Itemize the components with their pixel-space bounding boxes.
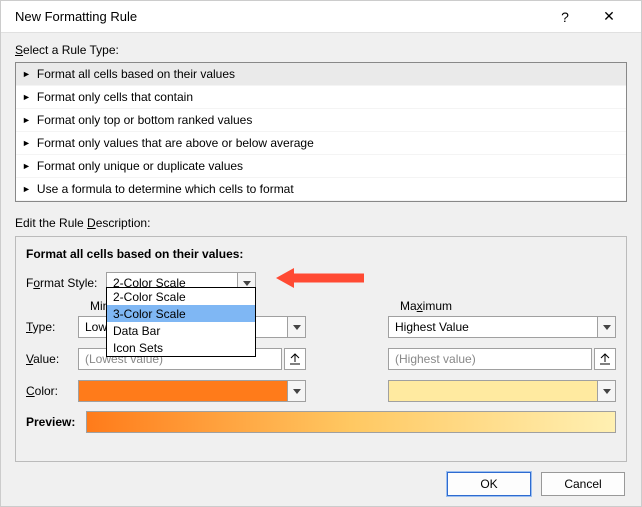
type-label: Type: bbox=[26, 320, 78, 334]
rule-type-item[interactable]: ► Format only cells that contain bbox=[16, 86, 626, 109]
rule-type-text: Use a formula to determine which cells t… bbox=[37, 182, 294, 196]
chevron-down-icon[interactable] bbox=[597, 317, 615, 337]
cancel-button[interactable]: Cancel bbox=[541, 472, 625, 496]
annotation-arrow-icon bbox=[274, 266, 364, 293]
collapse-dialog-icon bbox=[289, 353, 301, 365]
format-style-dropdown[interactable]: 2-Color Scale 3-Color Scale Data Bar Ico… bbox=[106, 287, 256, 357]
dialog-content: Select a Rule Type: ► Format all cells ba… bbox=[1, 33, 641, 462]
preview-label: Preview: bbox=[26, 415, 86, 429]
rule-type-text: Format only values that are above or bel… bbox=[37, 136, 314, 150]
rule-type-item[interactable]: ► Format only unique or duplicate values bbox=[16, 155, 626, 178]
max-value-input[interactable]: (Highest value) bbox=[388, 348, 592, 370]
bullet-icon: ► bbox=[22, 92, 31, 102]
max-color-swatch bbox=[389, 381, 597, 401]
max-type-combo[interactable]: Highest Value bbox=[388, 316, 616, 338]
ok-button[interactable]: OK bbox=[447, 472, 531, 496]
min-color-combo[interactable] bbox=[78, 380, 306, 402]
max-color-combo[interactable] bbox=[388, 380, 616, 402]
format-style-option[interactable]: Data Bar bbox=[107, 322, 255, 339]
max-value-placeholder: (Highest value) bbox=[389, 352, 591, 366]
format-style-option[interactable]: 3-Color Scale bbox=[107, 305, 255, 322]
rule-type-item[interactable]: ► Use a formula to determine which cells … bbox=[16, 178, 626, 201]
bullet-icon: ► bbox=[22, 115, 31, 125]
max-value-picker-button[interactable] bbox=[594, 348, 616, 370]
titlebar: New Formatting Rule ? ✕ bbox=[1, 1, 641, 33]
rule-description-box: Format all cells based on their values: … bbox=[15, 236, 627, 462]
maximum-label: Maximum bbox=[400, 299, 628, 313]
bullet-icon: ► bbox=[22, 69, 31, 79]
dialog-footer: OK Cancel bbox=[1, 462, 641, 506]
chevron-down-icon[interactable] bbox=[287, 381, 305, 401]
color-label: Color: bbox=[26, 384, 78, 398]
format-style-label: Format Style: bbox=[26, 276, 106, 290]
window-title: New Formatting Rule bbox=[15, 9, 543, 24]
rule-type-item[interactable]: ► Format only values that are above or be… bbox=[16, 132, 626, 155]
rule-type-list[interactable]: ►Format all cells based on their values … bbox=[15, 62, 627, 202]
dialog-new-formatting-rule: New Formatting Rule ? ✕ Select a Rule Ty… bbox=[0, 0, 642, 507]
format-style-option[interactable]: Icon Sets bbox=[107, 339, 255, 356]
bullet-icon: ► bbox=[22, 138, 31, 148]
min-value-picker-button[interactable] bbox=[284, 348, 306, 370]
rule-type-text: Format all cells based on their values bbox=[37, 67, 235, 81]
max-type-value: Highest Value bbox=[389, 320, 597, 334]
chevron-down-icon[interactable] bbox=[287, 317, 305, 337]
help-button[interactable]: ? bbox=[543, 1, 587, 33]
min-color-swatch bbox=[79, 381, 287, 401]
bullet-icon: ► bbox=[22, 184, 31, 194]
format-style-option[interactable]: 2-Color Scale bbox=[107, 288, 255, 305]
rule-type-item[interactable]: ► Format all cells based on their values bbox=[16, 63, 626, 86]
chevron-down-icon[interactable] bbox=[597, 381, 615, 401]
bullet-icon: ► bbox=[22, 161, 31, 171]
value-label: Value: bbox=[26, 352, 78, 366]
rule-type-item[interactable]: ► Format only top or bottom ranked values bbox=[16, 109, 626, 132]
collapse-dialog-icon bbox=[599, 353, 611, 365]
rule-type-text: Format only cells that contain bbox=[37, 90, 193, 104]
rule-description-header: Format all cells based on their values: bbox=[26, 247, 616, 261]
rule-description-label: Edit the Rule Description: bbox=[15, 216, 627, 230]
close-button[interactable]: ✕ bbox=[587, 1, 631, 33]
rule-type-text: Format only unique or duplicate values bbox=[37, 159, 243, 173]
rule-type-text: Format only top or bottom ranked values bbox=[37, 113, 252, 127]
rule-type-label: Select a Rule Type: bbox=[15, 43, 627, 57]
preview-gradient bbox=[86, 411, 616, 433]
